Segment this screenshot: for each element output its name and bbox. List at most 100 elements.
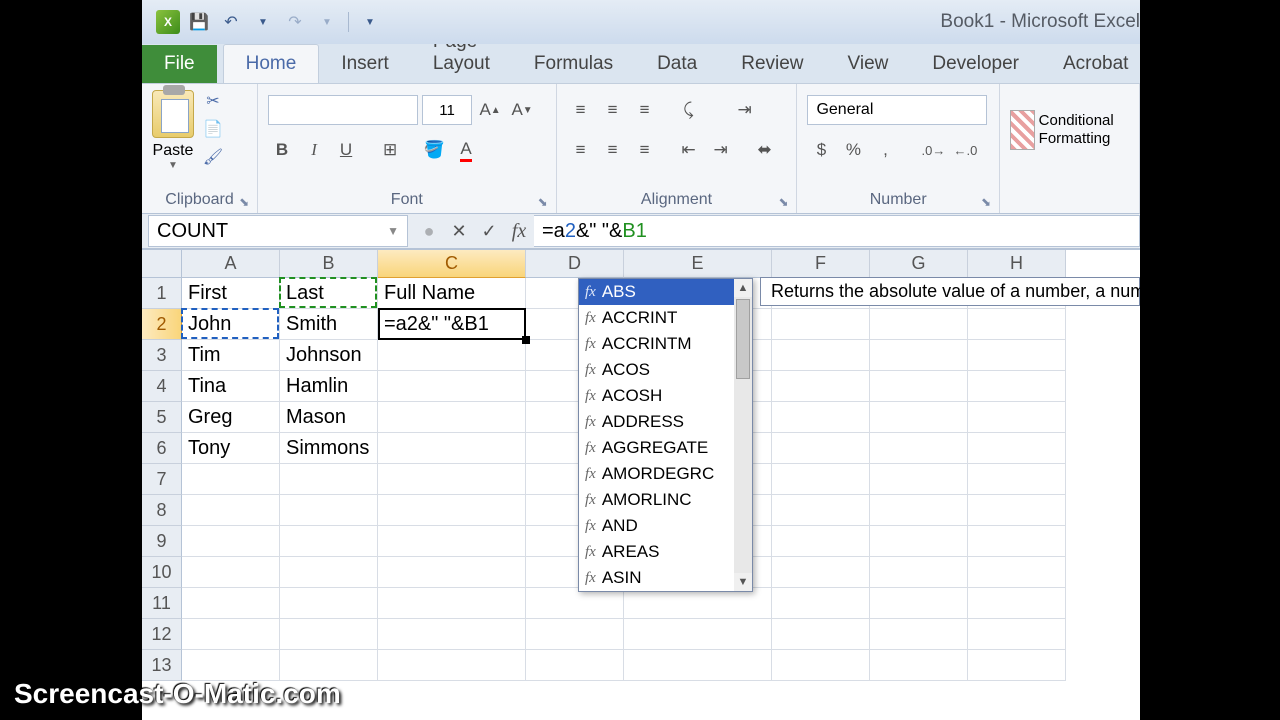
align-right-button[interactable]: ≡ <box>631 136 659 164</box>
cell-C10[interactable] <box>378 557 526 588</box>
cell-C6[interactable] <box>378 433 526 464</box>
function-item-address[interactable]: fxADDRESS <box>579 409 734 435</box>
align-left-button[interactable]: ≡ <box>567 136 595 164</box>
cell-C8[interactable] <box>378 495 526 526</box>
paste-button[interactable]: Paste ▼ <box>152 90 194 171</box>
align-top-button[interactable]: ≡ <box>567 96 595 124</box>
cell-G12[interactable] <box>870 619 968 650</box>
cell-B6[interactable]: Simmons <box>280 433 378 464</box>
cell-C9[interactable] <box>378 526 526 557</box>
qat-customize[interactable]: ▼ <box>359 11 381 33</box>
cell-C2[interactable]: =a2&" "&B1 <box>378 309 526 340</box>
cell-G11[interactable] <box>870 588 968 619</box>
cell-B1[interactable]: Last <box>280 278 378 309</box>
cell-G3[interactable] <box>870 340 968 371</box>
font-name-select[interactable] <box>268 95 418 125</box>
font-launcher[interactable]: ⬊ <box>538 195 552 209</box>
cancel-formula-button[interactable]: ✕ <box>444 216 474 246</box>
column-header-H[interactable]: H <box>968 250 1066 278</box>
spreadsheet-grid[interactable]: ABCDEFGH 12345678910111213 FirstLastFull… <box>142 250 1140 720</box>
cell-A8[interactable] <box>182 495 280 526</box>
cell-C13[interactable] <box>378 650 526 681</box>
column-header-F[interactable]: F <box>772 250 870 278</box>
row-header-13[interactable]: 13 <box>142 650 182 681</box>
cell-F8[interactable] <box>772 495 870 526</box>
cell-A4[interactable]: Tina <box>182 371 280 402</box>
row-header-3[interactable]: 3 <box>142 340 182 371</box>
column-header-D[interactable]: D <box>526 250 624 278</box>
cell-B9[interactable] <box>280 526 378 557</box>
cut-button[interactable]: ✂ <box>202 90 224 112</box>
function-item-asin[interactable]: fxASIN <box>579 565 734 591</box>
cell-F13[interactable] <box>772 650 870 681</box>
tab-home[interactable]: Home <box>223 44 320 83</box>
select-all-corner[interactable] <box>142 250 182 278</box>
function-item-accrintm[interactable]: fxACCRINTM <box>579 331 734 357</box>
cell-C12[interactable] <box>378 619 526 650</box>
function-scrollbar[interactable]: ▲ ▼ <box>734 279 752 591</box>
cell-C3[interactable] <box>378 340 526 371</box>
function-item-abs[interactable]: fxABS <box>579 279 734 305</box>
row-header-5[interactable]: 5 <box>142 402 182 433</box>
name-box[interactable]: COUNT ▼ <box>148 215 408 247</box>
cell-H7[interactable] <box>968 464 1066 495</box>
row-header-9[interactable]: 9 <box>142 526 182 557</box>
cell-B10[interactable] <box>280 557 378 588</box>
align-center-button[interactable]: ≡ <box>599 136 627 164</box>
row-header-6[interactable]: 6 <box>142 433 182 464</box>
cell-C11[interactable] <box>378 588 526 619</box>
cell-B5[interactable]: Mason <box>280 402 378 433</box>
orientation-button[interactable]: ⤹ <box>675 96 703 124</box>
cell-G5[interactable] <box>870 402 968 433</box>
cell-A1[interactable]: First <box>182 278 280 309</box>
cell-A7[interactable] <box>182 464 280 495</box>
scroll-thumb[interactable] <box>736 299 750 379</box>
cell-A6[interactable]: Tony <box>182 433 280 464</box>
cell-A3[interactable]: Tim <box>182 340 280 371</box>
cell-H10[interactable] <box>968 557 1066 588</box>
tab-acrobat[interactable]: Acrobat <box>1041 45 1150 83</box>
column-header-G[interactable]: G <box>870 250 968 278</box>
clipboard-launcher[interactable]: ⬊ <box>239 195 253 209</box>
underline-button[interactable]: U <box>332 136 360 164</box>
cell-A10[interactable] <box>182 557 280 588</box>
cell-B2[interactable]: Smith <box>280 309 378 340</box>
increase-decimal-button[interactable]: .0→ <box>919 136 947 164</box>
conditional-formatting-button[interactable]: Conditional Formatting <box>1039 112 1129 148</box>
row-header-8[interactable]: 8 <box>142 495 182 526</box>
row-header-7[interactable]: 7 <box>142 464 182 495</box>
row-header-4[interactable]: 4 <box>142 371 182 402</box>
cell-A5[interactable]: Greg <box>182 402 280 433</box>
align-middle-button[interactable]: ≡ <box>599 96 627 124</box>
number-launcher[interactable]: ⬊ <box>981 195 995 209</box>
cell-E11[interactable] <box>624 588 772 619</box>
font-color-button[interactable]: A <box>452 136 480 164</box>
cell-F12[interactable] <box>772 619 870 650</box>
function-item-amorlinc[interactable]: fxAMORLINC <box>579 487 734 513</box>
accounting-format-button[interactable]: $ <box>807 136 835 164</box>
insert-function-button[interactable]: fx <box>504 216 534 246</box>
function-item-areas[interactable]: fxAREAS <box>579 539 734 565</box>
cell-F11[interactable] <box>772 588 870 619</box>
fill-color-button[interactable]: 🪣 <box>420 136 448 164</box>
cell-C1[interactable]: Full Name <box>378 278 526 309</box>
cell-E13[interactable] <box>624 650 772 681</box>
column-header-B[interactable]: B <box>280 250 378 278</box>
cell-A9[interactable] <box>182 526 280 557</box>
cell-H6[interactable] <box>968 433 1066 464</box>
percent-format-button[interactable]: % <box>839 136 867 164</box>
row-header-11[interactable]: 11 <box>142 588 182 619</box>
cell-C4[interactable] <box>378 371 526 402</box>
bold-button[interactable]: B <box>268 136 296 164</box>
cell-H3[interactable] <box>968 340 1066 371</box>
redo-button[interactable]: ↷ <box>284 11 306 33</box>
cell-E12[interactable] <box>624 619 772 650</box>
alignment-launcher[interactable]: ⬊ <box>778 195 792 209</box>
cell-B13[interactable] <box>280 650 378 681</box>
function-item-amordegrc[interactable]: fxAMORDEGRC <box>579 461 734 487</box>
cell-B3[interactable]: Johnson <box>280 340 378 371</box>
cell-G9[interactable] <box>870 526 968 557</box>
cell-H8[interactable] <box>968 495 1066 526</box>
shrink-font-button[interactable]: A▼ <box>508 96 536 124</box>
cell-B8[interactable] <box>280 495 378 526</box>
